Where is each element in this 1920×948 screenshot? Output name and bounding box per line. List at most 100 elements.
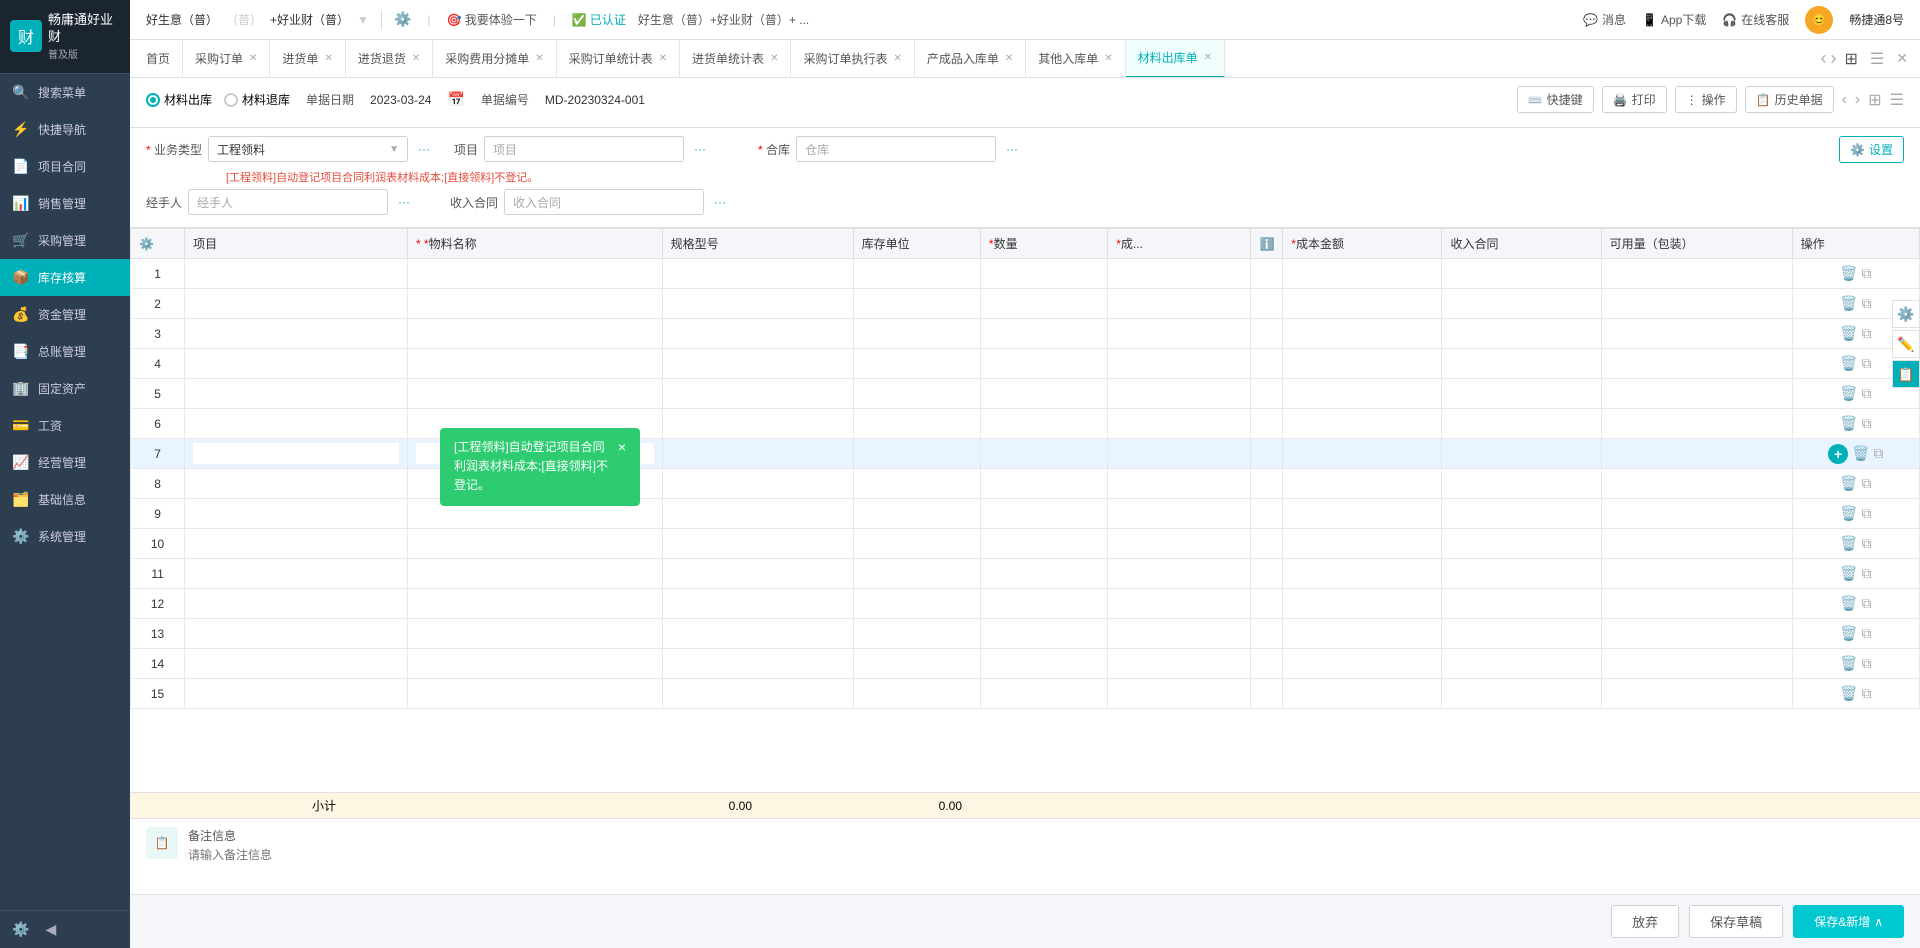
topbar-nav-haoshengyi[interactable]: 好生意（普） — [146, 11, 218, 28]
float-settings-btn[interactable]: ⚙️ — [1892, 300, 1920, 328]
row-10-avail[interactable] — [1601, 529, 1792, 559]
delete-row-13-button[interactable]: 🗑️ — [1840, 625, 1857, 642]
sidebar-item-sales[interactable]: 📊 销售管理 — [0, 185, 130, 222]
copy-row-13-button[interactable]: ⧉ — [1862, 625, 1872, 642]
row-2-avail[interactable] — [1601, 289, 1792, 319]
row-10-qty[interactable] — [980, 529, 1107, 559]
row-2-material[interactable] — [407, 289, 662, 319]
row-8-spec[interactable] — [662, 469, 853, 499]
row-5-cost-amount[interactable] — [1283, 379, 1442, 409]
row-12-avail[interactable] — [1601, 589, 1792, 619]
row-9-project[interactable] — [185, 499, 408, 529]
row-15-material[interactable] — [407, 679, 662, 709]
tab-incoming-stats-close[interactable]: ✕ — [770, 53, 778, 64]
tab-grid-view-icon[interactable]: ⊞ — [1841, 49, 1862, 69]
tab-incoming-stats[interactable]: 进货单统计表 ✕ — [680, 40, 791, 78]
row-7-cost-amount[interactable] — [1283, 439, 1442, 469]
table-view-icon[interactable]: ⊞ — [1868, 90, 1881, 110]
delete-row-4-button[interactable]: 🗑️ — [1840, 355, 1857, 372]
row-6-avail[interactable] — [1601, 409, 1792, 439]
sidebar-item-system[interactable]: ⚙️ 系统管理 — [0, 518, 130, 555]
row-4-spec[interactable] — [662, 349, 853, 379]
row-14-qty[interactable] — [980, 649, 1107, 679]
row-14-cost-amount[interactable] — [1283, 649, 1442, 679]
row-11-avail[interactable] — [1601, 559, 1792, 589]
user-avatar[interactable]: 😊 — [1805, 6, 1833, 34]
row-1-qty[interactable] — [980, 259, 1107, 289]
row-2-unit[interactable] — [853, 289, 980, 319]
delete-row-14-button[interactable]: 🗑️ — [1840, 655, 1857, 672]
prev-record-icon[interactable]: ‹ — [1842, 91, 1847, 109]
warehouse-input[interactable]: 仓库 — [796, 136, 996, 162]
row-7-income[interactable] — [1442, 439, 1601, 469]
row-14-project[interactable] — [185, 649, 408, 679]
settings-bottom-icon[interactable]: ⚙️ — [12, 921, 29, 938]
income-contract-input[interactable]: 收入合同 — [504, 189, 704, 215]
tab-incoming-return-close[interactable]: ✕ — [412, 53, 420, 64]
tab-incoming-close[interactable]: ✕ — [324, 53, 332, 64]
row-13-income[interactable] — [1442, 619, 1601, 649]
tab-next-icon[interactable]: › — [1831, 48, 1837, 69]
row-13-avail[interactable] — [1601, 619, 1792, 649]
delete-row-15-button[interactable]: 🗑️ — [1840, 685, 1857, 702]
business-type-dots[interactable]: ··· — [418, 142, 430, 156]
add-row-button[interactable]: + — [1828, 444, 1848, 464]
row-1-cost-amount[interactable] — [1283, 259, 1442, 289]
row-5-qty[interactable] — [980, 379, 1107, 409]
row-13-cost[interactable] — [1108, 619, 1251, 649]
row-4-qty[interactable] — [980, 349, 1107, 379]
shortcut-key-button[interactable]: ⌨️ 快捷键 — [1517, 86, 1594, 113]
copy-row-12-button[interactable]: ⧉ — [1862, 595, 1872, 612]
tab-purchase-fee-close[interactable]: ✕ — [535, 53, 543, 64]
row-2-income[interactable] — [1442, 289, 1601, 319]
topbar-settings-icon[interactable]: ⚙️ — [394, 11, 411, 28]
row-3-cost-amount[interactable] — [1283, 319, 1442, 349]
discard-button[interactable]: 放弃 — [1611, 905, 1679, 938]
row-10-project[interactable] — [185, 529, 408, 559]
row-1-avail[interactable] — [1601, 259, 1792, 289]
row-6-qty[interactable] — [980, 409, 1107, 439]
row-10-material[interactable] — [407, 529, 662, 559]
sidebar-item-quick-nav[interactable]: ⚡ 快捷导航 — [0, 111, 130, 148]
project-input[interactable]: 项目 — [484, 136, 684, 162]
row-2-cost-amount[interactable] — [1283, 289, 1442, 319]
row-13-cost-amount[interactable] — [1283, 619, 1442, 649]
sidebar-item-search[interactable]: 🔍 搜索菜单 — [0, 74, 130, 111]
row-3-spec[interactable] — [662, 319, 853, 349]
row-14-spec[interactable] — [662, 649, 853, 679]
income-contract-dots[interactable]: ··· — [714, 195, 726, 209]
row-7-avail[interactable] — [1601, 439, 1792, 469]
radio-material-out[interactable]: 材料出库 — [146, 91, 212, 108]
row-10-income[interactable] — [1442, 529, 1601, 559]
row-4-cost-amount[interactable] — [1283, 349, 1442, 379]
next-record-icon[interactable]: › — [1855, 91, 1860, 109]
th-settings[interactable]: ⚙️ — [131, 229, 185, 259]
row-10-cost[interactable] — [1108, 529, 1251, 559]
row-4-unit[interactable] — [853, 349, 980, 379]
list-view-icon[interactable]: ☰ — [1890, 90, 1904, 110]
tab-purchase-fee[interactable]: 采购费用分摊单 ✕ — [433, 40, 556, 78]
row-12-qty[interactable] — [980, 589, 1107, 619]
handler-dots[interactable]: ··· — [398, 195, 410, 209]
row-15-cost-amount[interactable] — [1283, 679, 1442, 709]
sidebar-item-project-contract[interactable]: 📄 项目合同 — [0, 148, 130, 185]
delete-row-1-button[interactable]: 🗑️ — [1840, 265, 1857, 282]
row-3-avail[interactable] — [1601, 319, 1792, 349]
row-6-cost[interactable] — [1108, 409, 1251, 439]
row-11-spec[interactable] — [662, 559, 853, 589]
row-9-spec[interactable] — [662, 499, 853, 529]
tab-purchase-stats[interactable]: 采购订单统计表 ✕ — [557, 40, 680, 78]
copy-row-5-button[interactable]: ⧉ — [1862, 385, 1872, 402]
row-9-unit[interactable] — [853, 499, 980, 529]
row-15-project[interactable] — [185, 679, 408, 709]
row-11-project[interactable] — [185, 559, 408, 589]
row-7-unit[interactable] — [853, 439, 980, 469]
tab-other-inventory-close[interactable]: ✕ — [1104, 53, 1112, 64]
message-button[interactable]: 💬 消息 — [1583, 11, 1626, 28]
row-14-avail[interactable] — [1601, 649, 1792, 679]
row-4-material[interactable] — [407, 349, 662, 379]
row-4-avail[interactable] — [1601, 349, 1792, 379]
row-6-cost-amount[interactable] — [1283, 409, 1442, 439]
row-14-unit[interactable] — [853, 649, 980, 679]
row-8-income[interactable] — [1442, 469, 1601, 499]
